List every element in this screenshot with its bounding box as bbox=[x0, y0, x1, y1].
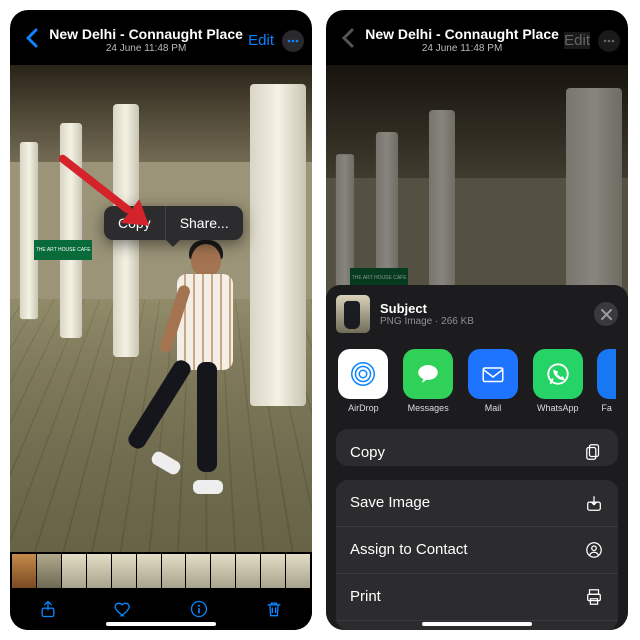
subject-thumbnail bbox=[336, 295, 370, 333]
cafe-sign: THE ART HOUSE CAFE bbox=[34, 240, 92, 260]
right-screenshot: New Delhi - Connaught Place 24 June 11:4… bbox=[326, 10, 628, 630]
thumbnail-strip[interactable] bbox=[10, 554, 312, 588]
contact-icon bbox=[584, 540, 604, 560]
header-title: New Delhi - Connaught Place 24 June 11:4… bbox=[44, 27, 248, 53]
share-app-partial[interactable]: Fa bbox=[597, 349, 616, 413]
info-icon[interactable] bbox=[188, 598, 210, 620]
share-app-mail[interactable]: Mail bbox=[468, 349, 519, 413]
header-title: New Delhi - Connaught Place 24 June 11:4… bbox=[360, 27, 564, 53]
left-screenshot: New Delhi - Connaught Place 24 June 11:4… bbox=[10, 10, 312, 630]
photo-location: New Delhi - Connaught Place bbox=[360, 27, 564, 42]
more-menu-icon[interactable] bbox=[282, 30, 304, 52]
home-indicator[interactable] bbox=[422, 622, 532, 626]
edit-button: Edit bbox=[564, 32, 590, 49]
download-icon bbox=[584, 493, 604, 513]
close-icon[interactable] bbox=[594, 302, 618, 326]
more-menu-icon bbox=[598, 30, 620, 52]
action-copy[interactable]: Copy bbox=[336, 429, 618, 466]
share-actions-group-1: Copy bbox=[336, 429, 618, 466]
photo-datetime: 24 June 11:48 PM bbox=[44, 43, 248, 54]
print-icon bbox=[584, 587, 604, 607]
subject-name: Subject bbox=[380, 301, 584, 316]
action-print[interactable]: Print bbox=[336, 573, 618, 620]
action-save-image[interactable]: Save Image bbox=[336, 480, 618, 526]
photo-viewport[interactable]: THE ART HOUSE CAFE bbox=[10, 65, 312, 552]
share-actions-group-2: Save Image Assign to Contact Print Add t… bbox=[336, 480, 618, 630]
airdrop-icon bbox=[338, 349, 388, 399]
share-icon[interactable] bbox=[37, 598, 59, 620]
share-apps-row[interactable]: AirDrop Messages Mail WhatsApp bbox=[336, 343, 618, 415]
photo-location: New Delhi - Connaught Place bbox=[44, 27, 248, 42]
favorite-icon[interactable] bbox=[112, 598, 134, 620]
mail-icon bbox=[468, 349, 518, 399]
share-app-airdrop[interactable]: AirDrop bbox=[338, 349, 389, 413]
edit-button[interactable]: Edit bbox=[248, 32, 274, 49]
whatsapp-icon bbox=[533, 349, 583, 399]
back-chevron-icon bbox=[334, 27, 360, 55]
photos-header: New Delhi - Connaught Place 24 June 11:4… bbox=[10, 10, 312, 65]
photo-subject[interactable] bbox=[167, 244, 245, 494]
share-sheet: Subject PNG Image · 266 KB AirDrop Messa… bbox=[326, 285, 628, 630]
photos-header: New Delhi - Connaught Place 24 June 11:4… bbox=[326, 10, 628, 65]
share-app-messages[interactable]: Messages bbox=[403, 349, 454, 413]
action-assign-contact[interactable]: Assign to Contact bbox=[336, 526, 618, 573]
back-chevron-icon[interactable] bbox=[18, 27, 44, 55]
subject-detail: PNG Image · 266 KB bbox=[380, 316, 584, 327]
share-sheet-header: Subject PNG Image · 266 KB bbox=[336, 295, 618, 333]
messages-icon bbox=[403, 349, 453, 399]
facebook-icon bbox=[597, 349, 616, 399]
home-indicator[interactable] bbox=[106, 622, 216, 626]
share-app-whatsapp[interactable]: WhatsApp bbox=[532, 349, 583, 413]
copy-icon bbox=[584, 442, 604, 462]
photo-datetime: 24 June 11:48 PM bbox=[360, 43, 564, 54]
context-share[interactable]: Share... bbox=[165, 206, 243, 240]
trash-icon[interactable] bbox=[263, 598, 285, 620]
